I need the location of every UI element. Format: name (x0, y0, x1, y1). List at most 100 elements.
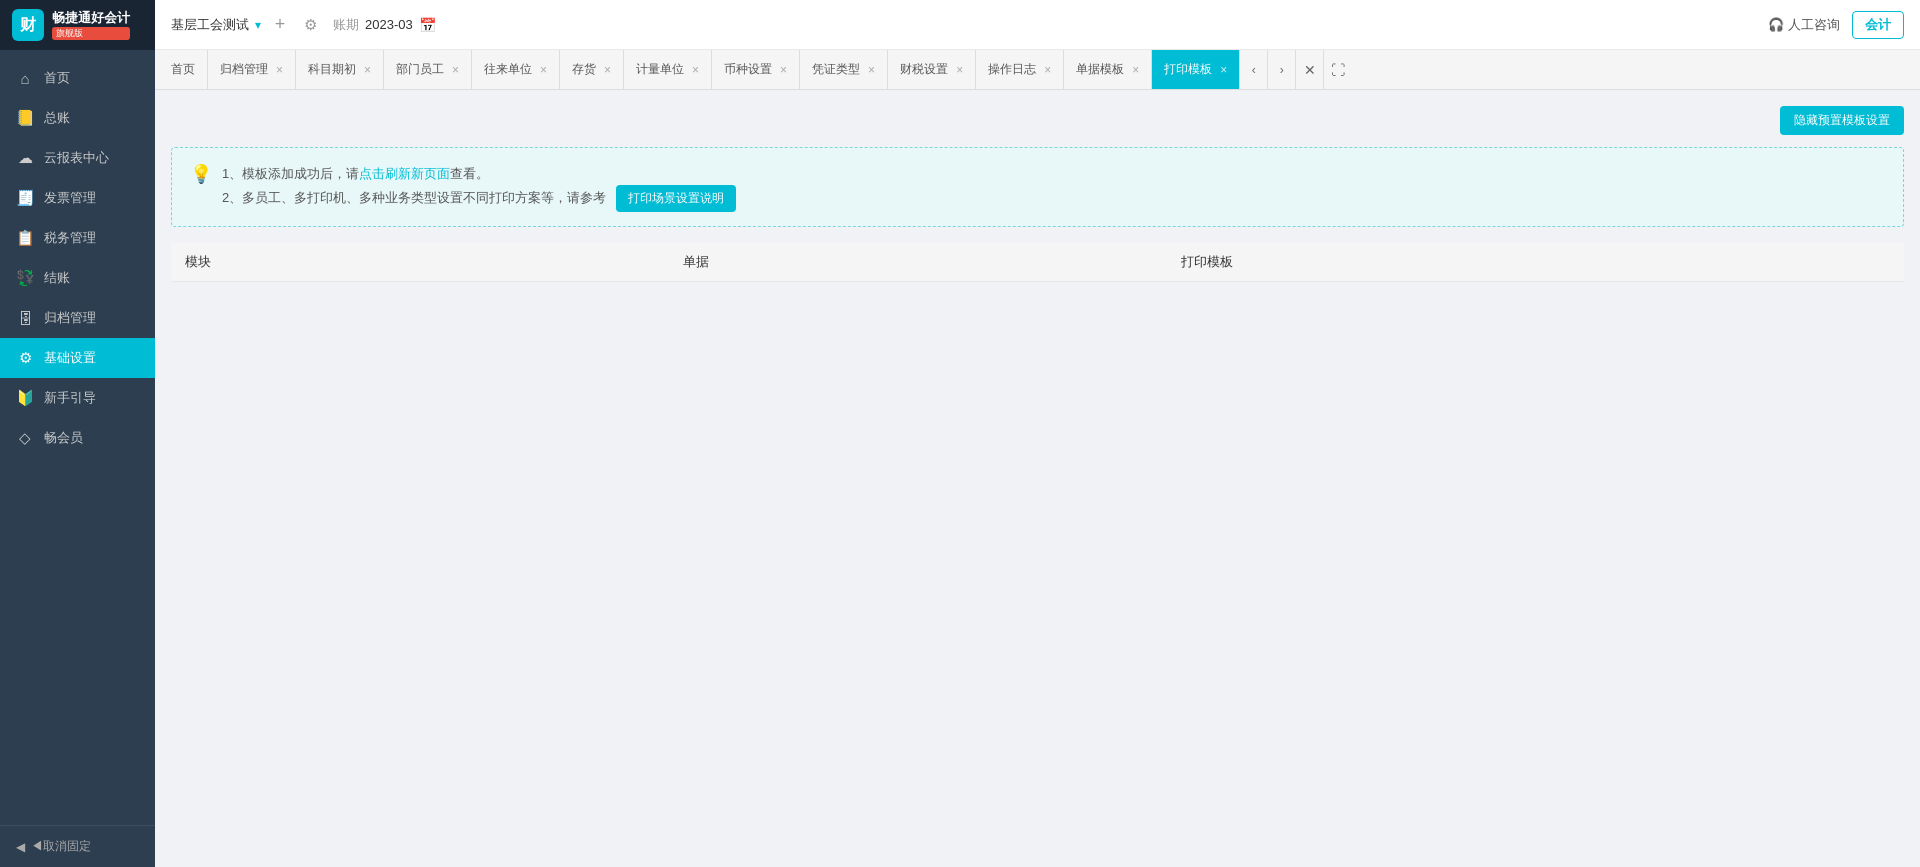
sidebar-label-settle: 结账 (44, 269, 70, 287)
tab-label-subject: 科目期初 (308, 61, 356, 78)
info-line1: 1、模板添加成功后，请点击刷新新页面查看。 (222, 162, 1885, 185)
tab-label-print: 打印模板 (1164, 61, 1212, 78)
logo-badge: 旗舰版 (52, 27, 130, 40)
sidebar-item-tax[interactable]: 📋税务管理 (0, 218, 155, 258)
hide-preview-button[interactable]: 隐藏预置模板设置 (1780, 106, 1904, 135)
tab-close-voucher[interactable]: × (868, 64, 875, 76)
tab-inventory[interactable]: 存货 × (560, 50, 624, 90)
reports-icon: ☁ (16, 149, 34, 167)
refresh-link[interactable]: 点击刷新新页面 (359, 166, 450, 181)
invoice-icon: 🧾 (16, 189, 34, 207)
tab-prev-button[interactable]: ‹ (1240, 50, 1268, 90)
tab-label-single: 单据模板 (1076, 61, 1124, 78)
settle-icon: 💱 (16, 269, 34, 287)
col-header-0: 模块 (171, 243, 669, 282)
tab-label-currency: 币种设置 (724, 61, 772, 78)
col-header-1: 单据 (669, 243, 1167, 282)
info-line2: 2、多员工、多打印机、多种业务类型设置不同打印方案等，请参考 打印场景设置说明 (222, 185, 1885, 212)
sidebar-nav: ⌂ 首页 📒 总账 ☁云报表中心 🧾 发票管理 📋税务管理 💱 结账 🗄归档管理⚙基础设置 🔰 新手引导… (0, 50, 155, 825)
tab-close-print[interactable]: × (1220, 64, 1227, 76)
sidebar-footer-label: ◀取消固定 (31, 838, 91, 855)
sidebar-item-home[interactable]: ⌂ 首页 (0, 58, 155, 98)
tab-close-subject[interactable]: × (364, 64, 371, 76)
tab-subject[interactable]: 科目期初 × (296, 50, 384, 90)
sidebar-label-basic: 基础设置 (44, 349, 96, 367)
tab-finance[interactable]: 财税设置× (888, 50, 976, 90)
tab-close-single[interactable]: × (1132, 64, 1139, 76)
period-display: 账期 2023-03 📅 (333, 16, 436, 34)
period-label: 账期 (333, 16, 359, 34)
tab-oplog[interactable]: 操作日志× (976, 50, 1064, 90)
logo-text: 畅捷通好会计 旗舰版 (52, 10, 130, 40)
info-box: 💡 1、模板添加成功后，请点击刷新新页面查看。 2、多员工、多打印机、多种业务类… (171, 147, 1904, 227)
sidebar: 财 畅捷通好会计 旗舰版 ⌂首页📒总账☁云报表中心🧾发票管理📋税务管理💱结账🗄归… (0, 0, 155, 867)
period-value: 2023-03 (365, 17, 413, 32)
sidebar-item-basic[interactable]: ⚙基础设置 (0, 338, 155, 378)
tabbar: 首页归档管理×科目期初×部门员工×往来单位×存货×计量单位×币种设置×凭证类型×… (155, 50, 1920, 90)
print-guide-button[interactable]: 打印场景设置说明 (616, 185, 736, 212)
archive-icon: 🗄 (16, 310, 34, 327)
tab-close-partner[interactable]: × (540, 64, 547, 76)
topbar-right: 🎧 人工咨询 会计 (1768, 11, 1904, 39)
tax-icon: 📋 (16, 229, 34, 247)
sidebar-item-ledger[interactable]: 📒 总账 (0, 98, 155, 138)
tab-label-home: 首页 (171, 61, 195, 78)
table-header: 模块单据打印模板 (171, 243, 1904, 282)
home-icon: ⌂ (16, 70, 34, 87)
tab-close-currency[interactable]: × (780, 64, 787, 76)
ledger-icon: 📒 (16, 109, 34, 127)
tab-print[interactable]: 打印模板 × (1152, 50, 1240, 90)
info-box-content: 1、模板添加成功后，请点击刷新新页面查看。 2、多员工、多打印机、多种业务类型设… (222, 162, 1885, 212)
topbar: 基层工会测试 ▾ + ⚙ 账期 2023-03 📅 🎧 人工咨询 会计 (155, 0, 1920, 50)
tab-close-archive[interactable]: × (276, 64, 283, 76)
tab-label-inventory: 存货 (572, 61, 596, 78)
sidebar-label-member: 畅会员 (44, 429, 83, 447)
sidebar-unpin[interactable]: ◀ ◀取消固定 (0, 825, 155, 867)
table-header-row: 模块单据打印模板 (171, 243, 1904, 282)
guide-icon: 🔰 (16, 389, 34, 407)
content-top-actions: 隐藏预置模板设置 (171, 106, 1904, 135)
sidebar-item-member[interactable]: ◇ 畅会员 (0, 418, 155, 458)
sidebar-item-reports[interactable]: ☁云报表中心 (0, 138, 155, 178)
tab-currency[interactable]: 币种设置 × (712, 50, 800, 90)
tab-label-voucher: 凭证类型 (812, 61, 860, 78)
sidebar-label-invoice: 发票管理 (44, 189, 96, 207)
sidebar-item-settle[interactable]: 💱 结账 (0, 258, 155, 298)
tab-partner[interactable]: 往来单位 × (472, 50, 560, 90)
tab-close-dept[interactable]: × (452, 64, 459, 76)
sidebar-item-archive[interactable]: 🗄归档管理 (0, 298, 155, 338)
company-name: 基层工会测试 ▾ (171, 16, 261, 34)
tab-voucher[interactable]: 凭证类型 × (800, 50, 888, 90)
sidebar-label-guide: 新手引导 (44, 389, 96, 407)
sidebar-item-guide[interactable]: 🔰 新手引导 (0, 378, 155, 418)
tab-close-unit[interactable]: × (692, 64, 699, 76)
tab-dept[interactable]: 部门员工 × (384, 50, 472, 90)
tab-close-oplog[interactable]: × (1044, 64, 1051, 76)
print-template-table: 模块单据打印模板 (171, 243, 1904, 282)
tab-expand-button[interactable]: ⛶ (1324, 50, 1352, 90)
sidebar-item-invoice[interactable]: 🧾 发票管理 (0, 178, 155, 218)
page-content: 隐藏预置模板设置 💡 1、模板添加成功后，请点击刷新新页面查看。 2、多员工、多… (155, 90, 1920, 867)
bulb-icon: 💡 (190, 163, 212, 185)
tab-label-dept: 部门员工 (396, 61, 444, 78)
user-role-button[interactable]: 会计 (1852, 11, 1904, 39)
tab-next-button[interactable]: › (1268, 50, 1296, 90)
tab-archive[interactable]: 归档管理× (208, 50, 296, 90)
service-button[interactable]: 🎧 人工咨询 (1768, 16, 1840, 34)
tab-close-inventory[interactable]: × (604, 64, 611, 76)
member-icon: ◇ (16, 429, 34, 447)
settings-button[interactable]: ⚙ (299, 14, 321, 36)
tab-single[interactable]: 单据模板 × (1064, 50, 1152, 90)
tab-home[interactable]: 首页 (159, 50, 208, 90)
sidebar-label-home: 首页 (44, 69, 70, 87)
tab-close-finance[interactable]: × (956, 64, 963, 76)
headset-icon: 🎧 (1768, 17, 1784, 32)
sidebar-label-ledger: 总账 (44, 109, 70, 127)
logo-title: 畅捷通好会计 (52, 10, 130, 26)
company-dropdown-icon[interactable]: ▾ (255, 18, 261, 32)
tab-close-all-button[interactable]: ✕ (1296, 50, 1324, 90)
tab-unit[interactable]: 计量单位× (624, 50, 712, 90)
calendar-icon[interactable]: 📅 (419, 17, 436, 33)
tab-label-partner: 往来单位 (484, 61, 532, 78)
add-tab-button[interactable]: + (269, 14, 291, 36)
